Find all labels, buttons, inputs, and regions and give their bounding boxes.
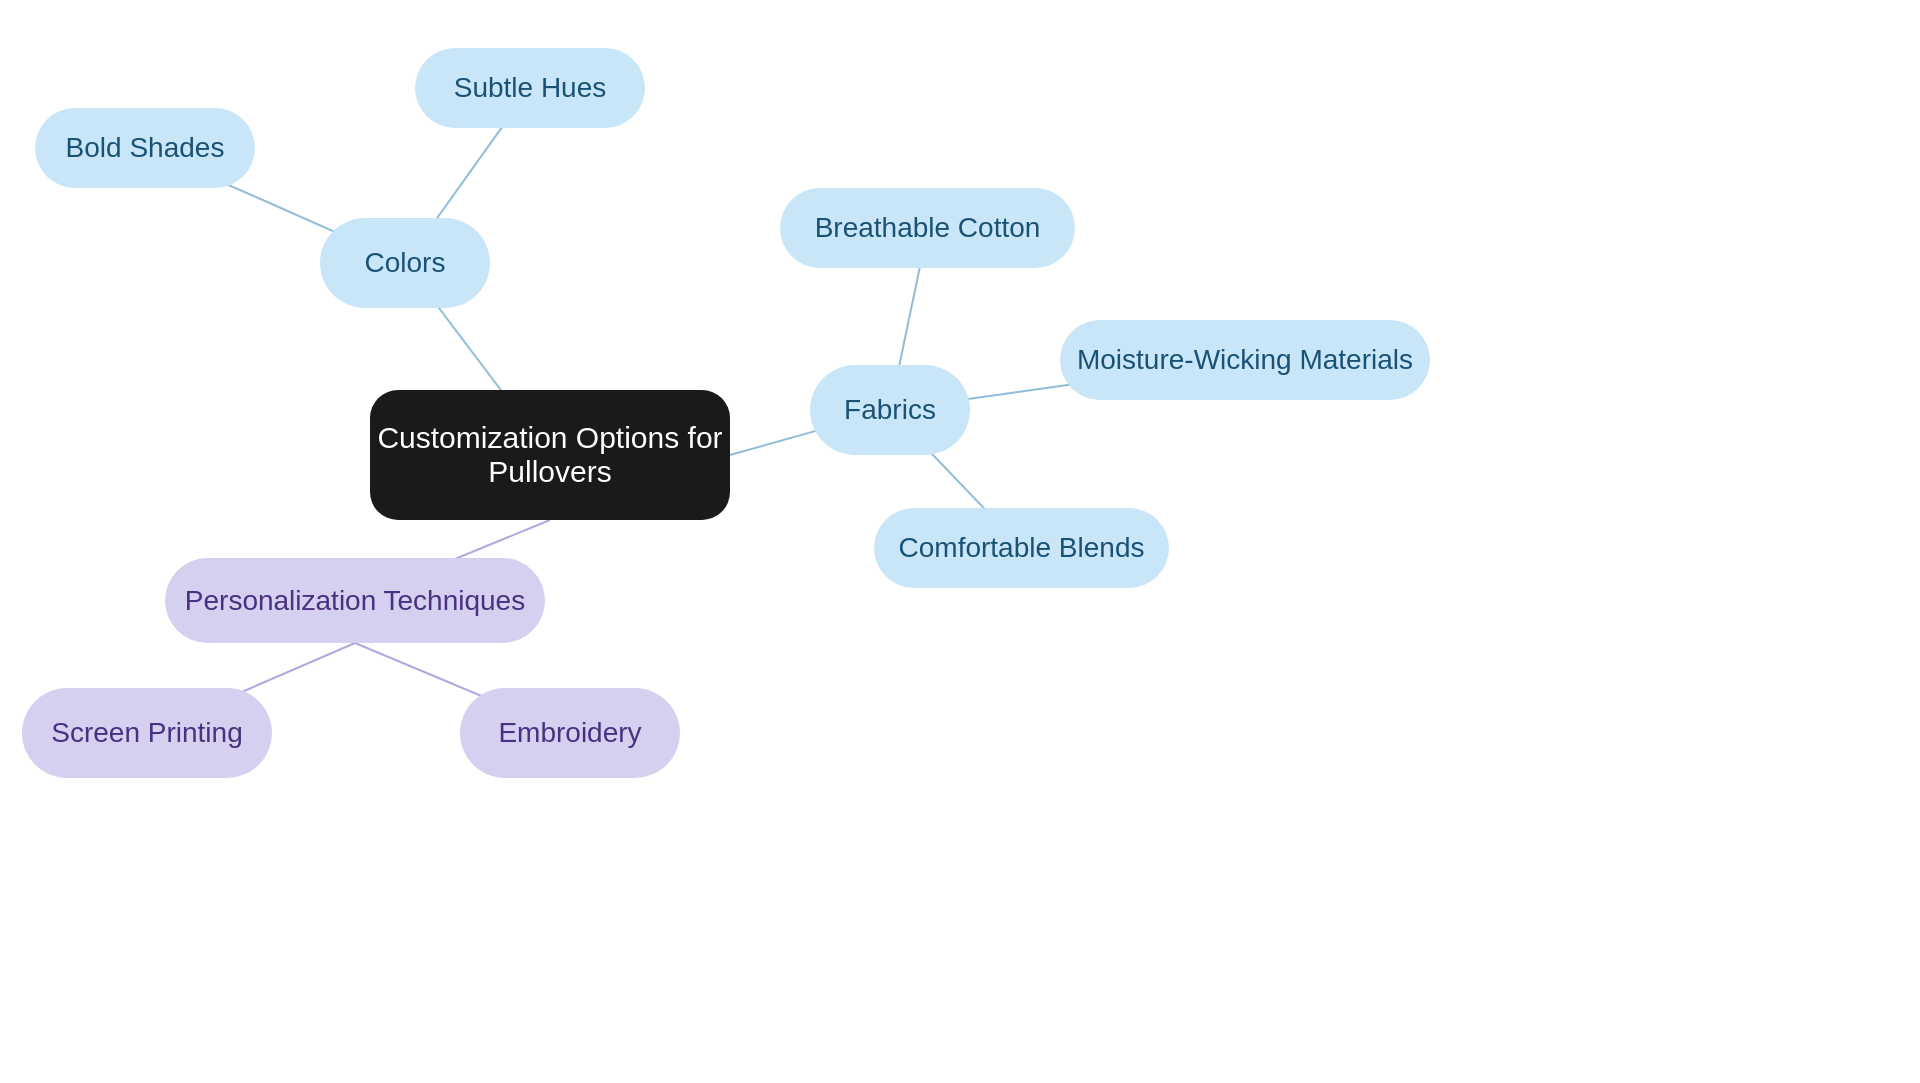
fabrics-node[interactable]: Fabrics xyxy=(810,365,970,455)
embroidery-node[interactable]: Embroidery xyxy=(460,688,680,778)
personalization-techniques-node[interactable]: Personalization Techniques xyxy=(165,558,545,643)
screen-printing-label: Screen Printing xyxy=(51,717,242,749)
bold-shades-label: Bold Shades xyxy=(66,132,225,164)
embroidery-label: Embroidery xyxy=(498,717,641,749)
moisture-wicking-label: Moisture-Wicking Materials xyxy=(1077,344,1413,376)
personalization-techniques-label: Personalization Techniques xyxy=(185,585,525,617)
center-label: Customization Options for Pullovers xyxy=(370,421,730,489)
breathable-cotton-label: Breathable Cotton xyxy=(815,212,1041,244)
colors-node[interactable]: Colors xyxy=(320,218,490,308)
bold-shades-node[interactable]: Bold Shades xyxy=(35,108,255,188)
colors-label: Colors xyxy=(365,247,446,279)
fabrics-label: Fabrics xyxy=(844,394,936,426)
screen-printing-node[interactable]: Screen Printing xyxy=(22,688,272,778)
comfortable-blends-label: Comfortable Blends xyxy=(899,532,1145,564)
center-node[interactable]: Customization Options for Pullovers xyxy=(370,390,730,520)
breathable-cotton-node[interactable]: Breathable Cotton xyxy=(780,188,1075,268)
moisture-wicking-node[interactable]: Moisture-Wicking Materials xyxy=(1060,320,1430,400)
subtle-hues-label: Subtle Hues xyxy=(454,72,607,104)
subtle-hues-node[interactable]: Subtle Hues xyxy=(415,48,645,128)
comfortable-blends-node[interactable]: Comfortable Blends xyxy=(874,508,1169,588)
